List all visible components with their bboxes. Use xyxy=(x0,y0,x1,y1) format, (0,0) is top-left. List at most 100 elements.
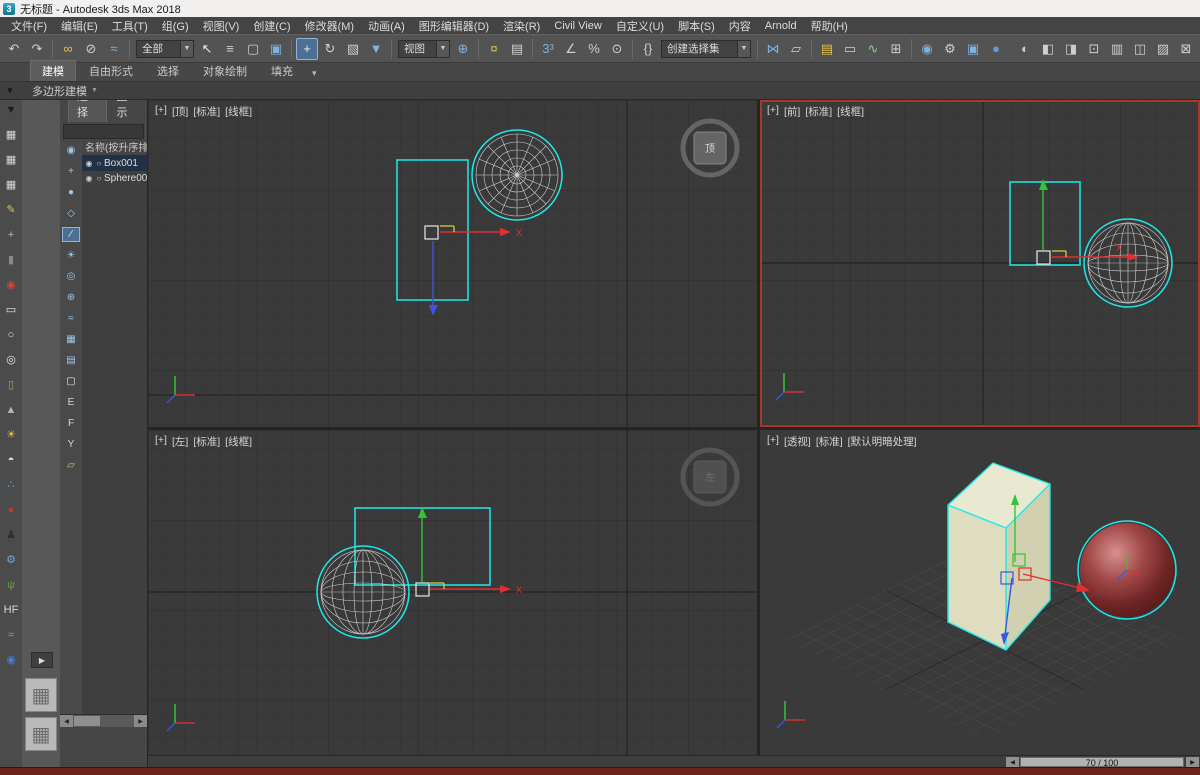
select-and-rotate-icon[interactable]: ↻ xyxy=(319,38,341,60)
visibility-eye-icon[interactable]: ◉ xyxy=(84,174,94,183)
viewport-label-part[interactable]: [+] xyxy=(767,434,779,449)
curve-editor-icon[interactable]: ∿ xyxy=(862,38,884,60)
viewport-top-canvas[interactable]: X 顶 xyxy=(148,100,757,427)
menu-item[interactable]: 帮助(H) xyxy=(804,17,855,35)
explorer-lights-icon[interactable]: ☀ xyxy=(62,248,80,263)
display-toggle-icon[interactable]: ⊡ xyxy=(1083,38,1105,60)
rendered-frame-icon[interactable]: ▣ xyxy=(962,38,984,60)
sphere001-wireframe[interactable] xyxy=(1083,218,1173,308)
menu-item[interactable]: 文件(F) xyxy=(4,17,54,35)
explorer-spacewarps-icon[interactable]: ≈ xyxy=(62,311,80,326)
track-bar[interactable] xyxy=(0,767,1200,775)
viewport-label-part[interactable]: [+] xyxy=(767,104,779,119)
bind-to-space-warp-icon[interactable]: ≈ xyxy=(103,38,125,60)
menu-item[interactable]: 脚本(S) xyxy=(671,17,722,35)
viewcube-face-label[interactable]: 顶 xyxy=(705,143,715,155)
scatter-points-icon[interactable]: ∴ xyxy=(2,477,20,494)
explorer-geometry-icon[interactable]: ● xyxy=(62,185,80,200)
viewport-layout-preset-2[interactable]: ▦ xyxy=(25,717,57,751)
panel-expand-arrow-icon[interactable]: ▼ xyxy=(2,102,20,119)
viewport-front[interactable]: [+] [前] [标准] [线框] X xyxy=(760,100,1200,427)
explorer-row[interactable]: ◉ ○ Box001 xyxy=(82,156,147,171)
viewport-top[interactable]: [+] [顶] [标准] [线框] X 顶 xyxy=(148,100,757,427)
panel-expander-button[interactable]: ▶ xyxy=(31,652,53,668)
viewport-label-part[interactable]: [线框] xyxy=(837,104,864,119)
use-pivot-center-icon[interactable]: ⊕ xyxy=(452,38,474,60)
red-sphere-icon[interactable]: ● xyxy=(2,502,20,519)
wave-icon[interactable]: ≈ xyxy=(2,627,20,644)
sphere001-wireframe[interactable] xyxy=(316,545,410,639)
ribbon-tab[interactable]: 自由形式 xyxy=(78,61,144,81)
titlebar[interactable]: 3 无标题 - Autodesk 3ds Max 2018 xyxy=(0,0,1200,17)
layer-manager-icon[interactable]: ▤ xyxy=(816,38,838,60)
explorer-shapes-icon[interactable]: ◇ xyxy=(62,206,80,221)
scrollbar-thumb[interactable] xyxy=(74,716,100,726)
isolate-selection-icon[interactable]: ◨ xyxy=(1060,38,1082,60)
angle-snap-icon[interactable]: ∠ xyxy=(560,38,582,60)
viewport-label-part[interactable]: [标准] xyxy=(193,104,220,119)
pencil-icon[interactable]: ✎ xyxy=(2,202,20,219)
menu-item[interactable]: 创建(C) xyxy=(246,17,297,35)
explorer-helpers-icon[interactable]: ⊕ xyxy=(62,290,80,305)
dark-block-icon[interactable]: ▮ xyxy=(2,252,20,269)
viewport-label-part[interactable]: [默认明暗处理] xyxy=(848,434,917,449)
schematic-view-icon[interactable]: ⊞ xyxy=(885,38,907,60)
select-and-manipulate-ic[interactable]: ¤ xyxy=(483,38,505,60)
explorer-bone-icon[interactable]: ▢ xyxy=(62,374,80,389)
viewport-perspective-canvas[interactable] xyxy=(760,430,1200,755)
explorer-e-icon[interactable]: E xyxy=(62,395,80,410)
viewport-perspective[interactable]: [+] [透视] [标准] [默认明暗处理] xyxy=(760,430,1200,755)
viewport-layout-preset-1[interactable]: ▦ xyxy=(25,678,57,712)
next-frame-icon[interactable]: ▶ xyxy=(1186,757,1199,767)
viewport-label-part[interactable]: [左] xyxy=(172,434,188,449)
keyboard-override-icon[interactable]: ▤ xyxy=(506,38,528,60)
select-object-icon[interactable]: ↖ xyxy=(196,38,218,60)
table-icon-3[interactable]: ▦ xyxy=(2,177,20,194)
menu-item[interactable]: 视图(V) xyxy=(196,17,247,35)
redo-icon[interactable]: ↷ xyxy=(26,38,48,60)
grass-icon[interactable]: ψ xyxy=(2,577,20,594)
viewport-label-part[interactable]: [标准] xyxy=(805,104,832,119)
snaps-toggle-icon[interactable]: 3³ xyxy=(537,38,559,60)
scrollbar-track[interactable] xyxy=(73,715,134,727)
explorer-folder-icon[interactable]: ▱ xyxy=(62,458,80,473)
percent-snap-icon[interactable]: % xyxy=(583,38,605,60)
polygon-modeling-panel[interactable]: 多边形建模 xyxy=(20,83,91,99)
select-and-scale-icon[interactable]: ▧ xyxy=(342,38,364,60)
previous-frame-icon[interactable]: ◀ xyxy=(1006,757,1019,767)
viewport-label-part[interactable]: [标准] xyxy=(816,434,843,449)
menu-item[interactable]: 修改器(M) xyxy=(298,17,362,35)
viewport-front-canvas[interactable]: X xyxy=(760,100,1200,427)
red-target-icon[interactable]: ◉ xyxy=(2,277,20,294)
viewport-label-part[interactable]: [顶] xyxy=(172,104,188,119)
caret-down-icon[interactable]: ▼ xyxy=(180,40,193,57)
hf-text-icon[interactable]: HF xyxy=(2,602,20,619)
cylinder-shape-icon[interactable]: ▯ xyxy=(2,377,20,394)
explorer-row[interactable]: ◉ ○ Sphere001 xyxy=(82,171,148,186)
menu-item[interactable]: 编辑(E) xyxy=(54,17,105,35)
ribbon-tab[interactable]: 选择 xyxy=(146,61,190,81)
render-setup-icon[interactable]: ⚙ xyxy=(939,38,961,60)
menu-item[interactable]: 内容 xyxy=(722,17,758,35)
time-slider-thumb[interactable]: 70 / 100 xyxy=(1020,757,1184,768)
ribbon-minimize-icon[interactable]: ▾ xyxy=(306,66,323,81)
viewport-label-part[interactable]: [线框] xyxy=(225,434,252,449)
select-and-move-icon[interactable]: + xyxy=(296,37,318,60)
plus-tool-icon[interactable]: + xyxy=(2,227,20,244)
viewcube-face-label[interactable]: 左 xyxy=(705,471,715,484)
selection-filter-combo[interactable]: 全部 ▼ xyxy=(136,39,194,58)
rectangle-shape-icon[interactable]: ▭ xyxy=(2,302,20,319)
ribbon-tab[interactable]: 对象绘制 xyxy=(192,61,258,81)
time-slider[interactable]: ◀ 70 / 100 ▶ xyxy=(148,755,1200,768)
workspace-icon[interactable]: ◫ xyxy=(1129,38,1151,60)
menu-item[interactable]: 工具(T) xyxy=(105,17,155,35)
select-and-place-icon[interactable]: ▼ xyxy=(365,38,387,60)
viewport-label-part[interactable]: [+] xyxy=(155,434,167,449)
render-iterative-icon[interactable]: ◐ xyxy=(1014,38,1036,60)
reference-coordinate-combo[interactable]: 视图 ▼ xyxy=(398,39,450,58)
menu-item[interactable]: 组(G) xyxy=(155,17,196,35)
dome-shape-icon[interactable]: ◓ xyxy=(2,452,20,469)
explorer-display-all-icon[interactable]: ◉ xyxy=(62,143,80,158)
sphere001-wireframe[interactable] xyxy=(471,129,563,221)
explorer-xref-icon[interactable]: ▤ xyxy=(62,353,80,368)
